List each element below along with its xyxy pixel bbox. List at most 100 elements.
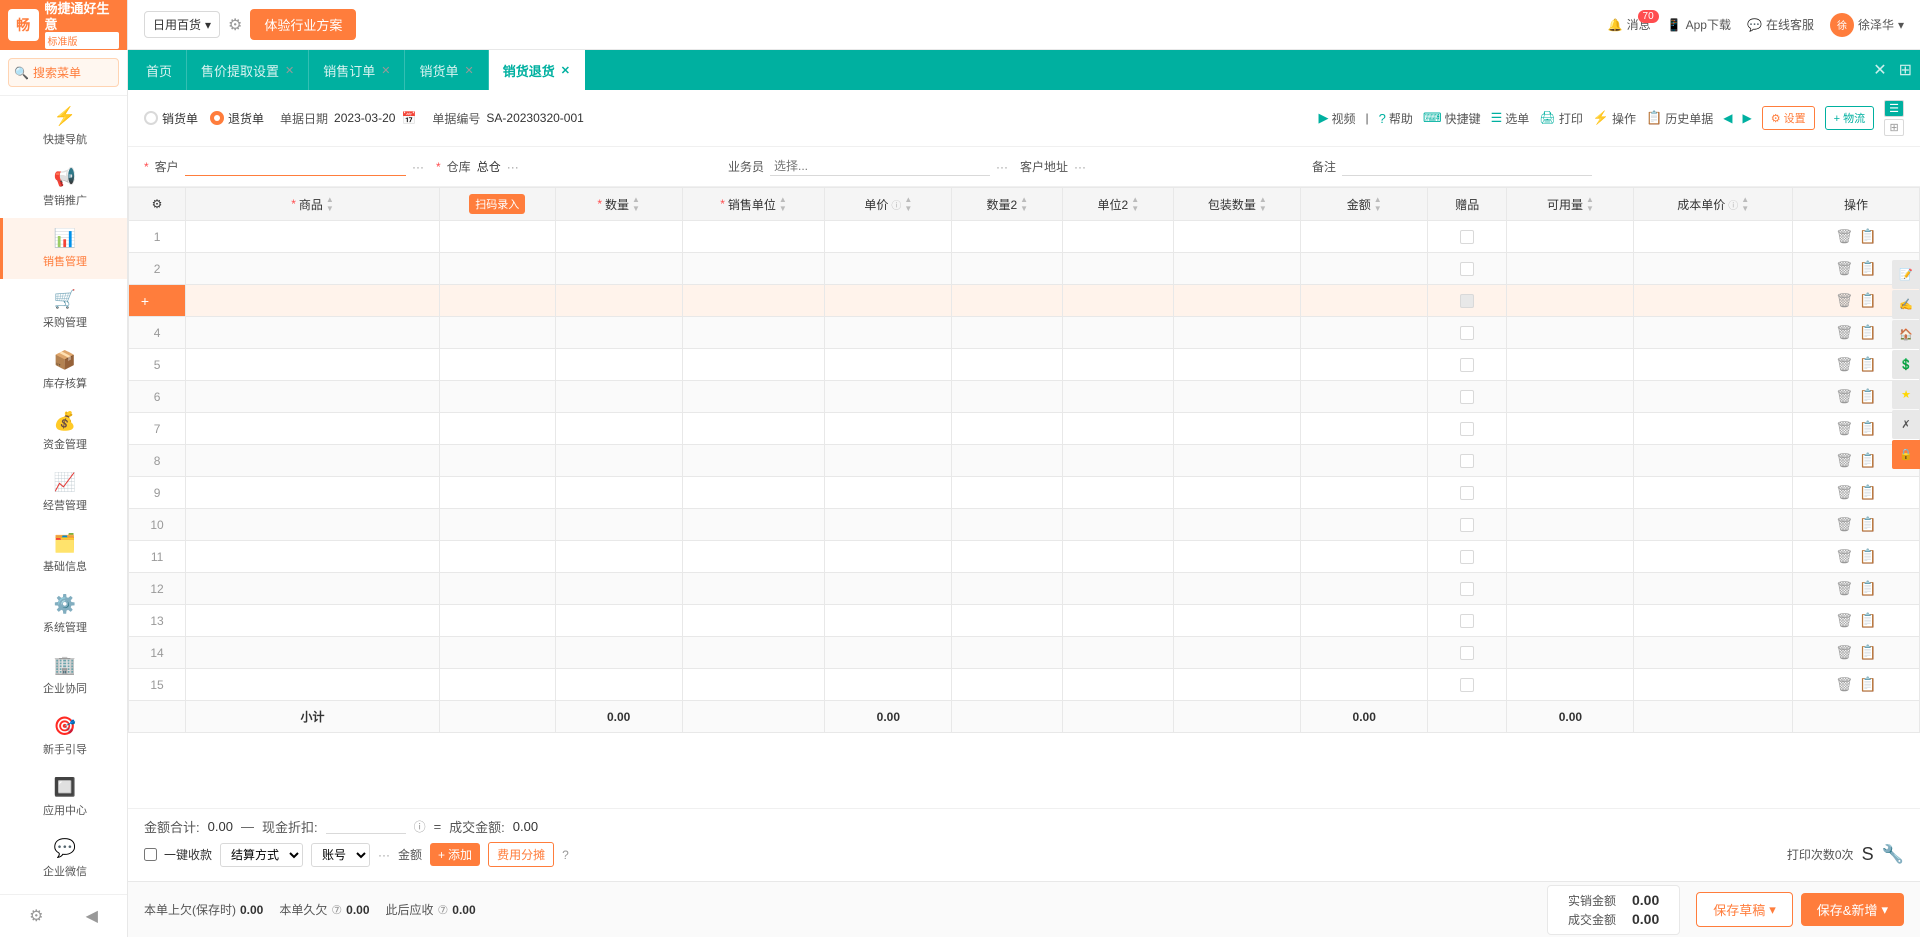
add-row-button[interactable]: + bbox=[135, 291, 155, 311]
unit-cell[interactable] bbox=[682, 413, 825, 445]
one-click-payment-checkbox[interactable]: 一键收款 bbox=[144, 846, 212, 863]
delete-row-icon[interactable]: 🗑 bbox=[1835, 292, 1853, 309]
qty-cell[interactable] bbox=[555, 413, 682, 445]
delete-row-icon[interactable]: 🗑 bbox=[1835, 420, 1853, 437]
unit2-cell[interactable] bbox=[1063, 285, 1174, 317]
price-cell[interactable] bbox=[825, 221, 952, 253]
price-cell[interactable] bbox=[825, 413, 952, 445]
discount-input[interactable] bbox=[326, 819, 406, 834]
print-action[interactable]: 🖨 打印 bbox=[1539, 110, 1583, 127]
gift-checkbox[interactable] bbox=[1460, 678, 1474, 692]
amount-cell[interactable] bbox=[1301, 445, 1428, 477]
amount-cell[interactable] bbox=[1301, 605, 1428, 637]
gift-checkbox[interactable] bbox=[1460, 358, 1474, 372]
copy-row-icon[interactable]: 📋 bbox=[1859, 388, 1876, 405]
sidebar-item-system[interactable]: ⚙️ 系统管理 bbox=[0, 584, 127, 645]
calendar-icon[interactable]: 📅 bbox=[401, 111, 416, 125]
delete-row-icon[interactable]: 🗑 bbox=[1835, 612, 1853, 629]
qty-cell[interactable] bbox=[555, 573, 682, 605]
tab-close-all-button[interactable]: ✕ bbox=[1869, 60, 1890, 80]
amount-cell[interactable] bbox=[1301, 509, 1428, 541]
price-cell[interactable] bbox=[825, 445, 952, 477]
amount-cell[interactable] bbox=[1301, 541, 1428, 573]
history-action[interactable]: 📋 历史单据 bbox=[1646, 110, 1713, 127]
select-action[interactable]: ☰ 选单 bbox=[1491, 110, 1530, 127]
copy-row-icon[interactable]: 📋 bbox=[1859, 420, 1876, 437]
tab-price-setting[interactable]: 售价提取设置 ✕ bbox=[187, 50, 309, 90]
gift-checkbox[interactable] bbox=[1460, 294, 1474, 308]
customer-search-button[interactable]: ··· bbox=[412, 160, 424, 174]
save-draft-button[interactable]: 保存草稿 ▾ bbox=[1696, 892, 1793, 927]
delete-row-icon[interactable]: 🗑 bbox=[1835, 484, 1853, 501]
qty-cell[interactable] bbox=[555, 605, 682, 637]
gift-checkbox[interactable] bbox=[1460, 262, 1474, 276]
add-payment-button[interactable]: + 添加 bbox=[430, 843, 480, 866]
price-cell[interactable] bbox=[825, 285, 952, 317]
qty-cell[interactable] bbox=[555, 221, 682, 253]
sidebar-item-inventory[interactable]: 📦 库存核算 bbox=[0, 340, 127, 401]
amount-cell[interactable] bbox=[1301, 413, 1428, 445]
product-cell[interactable] bbox=[186, 445, 440, 477]
product-cell[interactable] bbox=[186, 669, 440, 701]
price-cell[interactable] bbox=[825, 605, 952, 637]
sidebar-item-shortcut[interactable]: ⚡ 快捷导航 bbox=[0, 96, 127, 157]
sidebar-item-wechat[interactable]: 💬 企业微信 bbox=[0, 828, 127, 889]
price-cell[interactable] bbox=[825, 477, 952, 509]
copy-row-icon[interactable]: 📋 bbox=[1859, 356, 1876, 373]
payment-checkbox-input[interactable] bbox=[144, 848, 157, 861]
radio-sale[interactable]: 销货单 bbox=[144, 110, 198, 127]
product-cell[interactable] bbox=[186, 573, 440, 605]
save-new-button[interactable]: 保存&新增 ▾ bbox=[1801, 893, 1904, 926]
receivable-info-icon[interactable]: ⑦ bbox=[438, 903, 449, 917]
gift-checkbox[interactable] bbox=[1460, 454, 1474, 468]
product-cell-active[interactable] bbox=[186, 285, 440, 317]
delete-row-icon[interactable]: 🗑 bbox=[1835, 228, 1853, 245]
product-cell[interactable] bbox=[186, 637, 440, 669]
copy-row-icon[interactable]: 📋 bbox=[1859, 324, 1876, 341]
discount-info-icon[interactable]: ⓘ bbox=[414, 818, 426, 835]
unit-cell[interactable] bbox=[682, 541, 825, 573]
gift-checkbox[interactable] bbox=[1460, 486, 1474, 500]
price-cell[interactable] bbox=[825, 253, 952, 285]
right-panel-sign-button[interactable]: ✍ bbox=[1892, 290, 1920, 319]
tab-sales-return[interactable]: 销货退货 ✕ bbox=[489, 50, 585, 90]
amount-cell[interactable] bbox=[1301, 573, 1428, 605]
unit-cell[interactable] bbox=[682, 221, 825, 253]
operate-action[interactable]: ⚡ 操作 bbox=[1593, 110, 1636, 127]
trial-button[interactable]: 体验行业方案 bbox=[250, 9, 356, 40]
unit-cell[interactable] bbox=[682, 573, 825, 605]
price-cell[interactable] bbox=[825, 541, 952, 573]
qty-cell[interactable] bbox=[555, 509, 682, 541]
copy-row-icon[interactable]: 📋 bbox=[1859, 260, 1876, 277]
price-info-icon[interactable]: ⓘ bbox=[891, 197, 901, 212]
delete-row-icon[interactable]: 🗑 bbox=[1835, 388, 1853, 405]
pkg-qty-cell[interactable] bbox=[1174, 221, 1301, 253]
product-cell[interactable] bbox=[186, 541, 440, 573]
sidebar-item-ops[interactable]: 📈 经营管理 bbox=[0, 462, 127, 523]
qty-cell[interactable] bbox=[555, 669, 682, 701]
gift-checkbox[interactable] bbox=[1460, 422, 1474, 436]
qty-cell[interactable] bbox=[555, 317, 682, 349]
gift-checkbox[interactable] bbox=[1460, 230, 1474, 244]
right-panel-room-button[interactable]: 🏠 bbox=[1892, 320, 1920, 349]
delete-row-icon[interactable]: 🗑 bbox=[1835, 644, 1853, 661]
price-cell[interactable] bbox=[825, 637, 952, 669]
price-cell[interactable] bbox=[825, 317, 952, 349]
tab-close-sales-order[interactable]: ✕ bbox=[381, 64, 390, 77]
copy-row-icon[interactable]: 📋 bbox=[1859, 484, 1876, 501]
qty-cell[interactable] bbox=[555, 445, 682, 477]
copy-row-icon[interactable]: 📋 bbox=[1859, 612, 1876, 629]
sidebar-item-basic[interactable]: 🗂️ 基础信息 bbox=[0, 523, 127, 584]
salesperson-search-button[interactable]: ··· bbox=[996, 160, 1008, 174]
salesperson-input[interactable] bbox=[770, 157, 990, 176]
delete-row-icon[interactable]: 🗑 bbox=[1835, 516, 1853, 533]
qty2-cell[interactable] bbox=[952, 253, 1063, 285]
delete-row-icon[interactable]: 🗑 bbox=[1835, 324, 1853, 341]
amount-cell[interactable] bbox=[1301, 221, 1428, 253]
unit2-cell[interactable] bbox=[1063, 221, 1174, 253]
delete-row-icon[interactable]: 🗑 bbox=[1835, 580, 1853, 597]
price-cell[interactable] bbox=[825, 669, 952, 701]
qty-cell[interactable] bbox=[555, 637, 682, 669]
qty-cell[interactable] bbox=[555, 541, 682, 573]
sidebar-item-guide[interactable]: 🎯 新手引导 bbox=[0, 706, 127, 767]
